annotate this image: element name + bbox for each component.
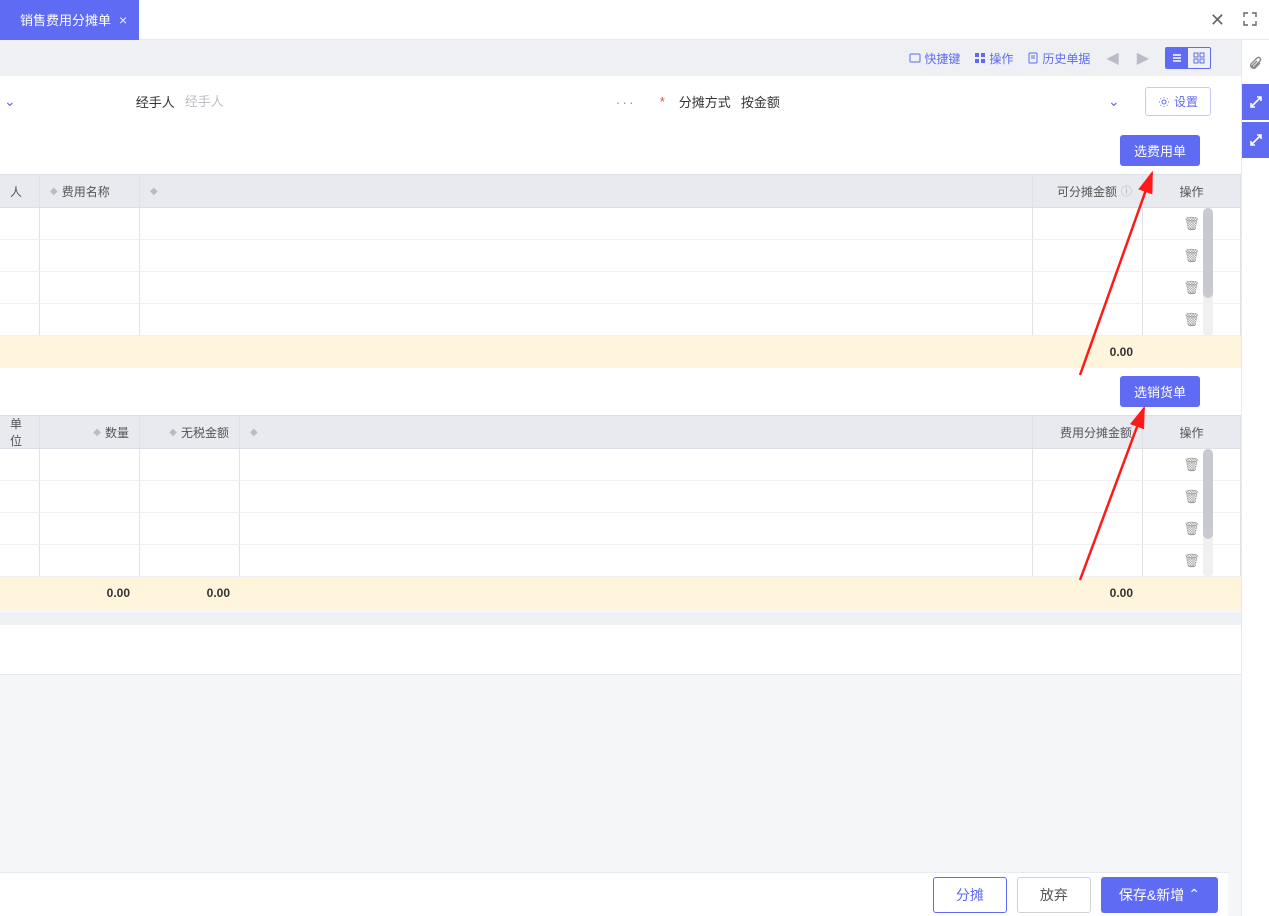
nav-next-icon[interactable]: ▶ [1135,48,1151,68]
th-qty[interactable]: ◆数量 [40,416,140,448]
sales-table: 单位 ◆数量 ◆无税金额 ◆ 费用分摊金额 操作 🗑 🗑 🗑 🗑 0.00 0.… [0,415,1241,609]
divider [0,613,1241,625]
right-sidebar [1241,40,1269,916]
sales-thead: 单位 ◆数量 ◆无税金额 ◆ 费用分摊金额 操作 [0,415,1241,449]
th-untaxed[interactable]: ◆无税金额 [140,416,240,448]
close-icon[interactable]: ✕ [1210,10,1225,31]
expand-icon[interactable] [1242,84,1269,120]
table-row[interactable]: 🗑 [0,240,1241,272]
tab-active[interactable]: 销售费用分摊单 × [0,0,139,40]
save-new-button[interactable]: 保存&新增 ⌃ [1101,877,1218,913]
table-row[interactable]: 🗑 [0,481,1241,513]
save-new-label: 保存&新增 [1119,885,1184,905]
fullscreen-icon[interactable] [1243,12,1257,26]
select-expense-button[interactable]: 选费用单 [1120,135,1200,166]
remark-area[interactable] [0,625,1241,675]
th-blank[interactable]: ◆ [140,175,1033,207]
trash-icon[interactable]: 🗑 [1183,489,1200,505]
table-row[interactable]: 🗑 [0,208,1241,240]
more-icon[interactable]: ··· [616,94,636,110]
sum-qty: 0.00 [40,577,140,609]
tab-title: 销售费用分摊单 [20,10,111,29]
attachment-icon[interactable] [1242,50,1269,78]
expense-select-row: 选费用单 [0,127,1241,174]
sort-icon: ◆ [250,427,258,438]
trash-icon[interactable]: 🗑 [1183,248,1200,264]
trash-icon[interactable]: 🗑 [1183,312,1200,328]
th-blank2[interactable]: ◆ [240,416,1033,448]
chevron-down-icon[interactable]: ⌄ [1108,93,1120,110]
sort-icon: ◆ [150,186,158,197]
th-allocation[interactable]: 费用分摊金额 [1033,416,1143,448]
th-ops: 操作 [1143,175,1241,207]
th-allocatable[interactable]: 可分摊金额ⓘ [1033,175,1143,207]
tab-close-icon[interactable]: × [119,12,127,28]
scrollbar[interactable] [1203,449,1213,577]
sort-icon: ◆ [93,427,101,438]
table-row[interactable]: 🗑 [0,545,1241,577]
expense-tbody: 🗑 🗑 🗑 🗑 [0,208,1241,336]
handler-field: 经手人 ··· [136,90,636,113]
th-ops2: 操作 [1143,416,1241,448]
th-expense-name[interactable]: ◆费用名称 [40,175,140,207]
table-row[interactable]: 🗑 [0,272,1241,304]
sort-icon: ◆ [169,427,177,438]
chevron-down-icon[interactable]: ⌄ [4,93,16,110]
trash-icon[interactable]: 🗑 [1183,553,1200,569]
operate-label: 操作 [989,50,1013,67]
sum-untaxed: 0.00 [140,577,240,609]
settings-button[interactable]: 设置 [1145,87,1211,116]
method-label: 分摊方式 [679,92,731,111]
footer: 分摊 放弃 保存&新增 ⌃ [0,872,1228,916]
help-icon[interactable]: ⓘ [1121,183,1132,199]
view-grid-button[interactable] [1188,48,1210,68]
scrollbar[interactable] [1203,208,1213,336]
sum-allocation: 0.00 [1033,577,1143,609]
allocate-button[interactable]: 分摊 [933,877,1007,913]
discard-button[interactable]: 放弃 [1017,877,1091,913]
table-row[interactable]: 🗑 [0,513,1241,545]
view-list-button[interactable] [1166,48,1188,68]
method-input[interactable] [741,90,1120,113]
trash-icon[interactable]: 🗑 [1183,521,1200,537]
th-unit[interactable]: 单位 [0,416,40,448]
chevron-up-icon: ⌃ [1188,886,1200,903]
table-row[interactable]: 🗑 [0,449,1241,481]
view-toggle [1165,47,1211,69]
expense-sum-row: 0.00 [0,336,1241,368]
expense-thead: 人 ◆费用名称 ◆ 可分摊金额ⓘ 操作 [0,174,1241,208]
handler-input[interactable] [185,90,606,113]
expand2-icon[interactable] [1242,122,1269,158]
sum-allocatable: 0.00 [1033,336,1143,368]
form-row: ⌄ 经手人 ··· * 分摊方式 ⌄ 设置 [0,76,1241,127]
history-label: 历史单据 [1042,50,1090,67]
method-field: * 分摊方式 ⌄ [660,90,1120,113]
handler-label: 经手人 [136,92,175,111]
sort-icon: ◆ [50,186,58,197]
sales-select-row: 选销货单 [0,368,1241,415]
history-link[interactable]: 历史单据 [1027,50,1090,67]
expense-table: 人 ◆费用名称 ◆ 可分摊金额ⓘ 操作 🗑 🗑 🗑 🗑 0.00 [0,174,1241,368]
table-row[interactable]: 🗑 [0,304,1241,336]
trash-icon[interactable]: 🗑 [1183,280,1200,296]
select-sales-button[interactable]: 选销货单 [1120,376,1200,407]
operate-link[interactable]: 操作 [974,50,1013,67]
nav-prev-icon[interactable]: ◀ [1104,48,1120,68]
tab-bar: 销售费用分摊单 × ✕ [0,0,1269,40]
toolbar: 快捷键 操作 历史单据 ◀ ▶ [0,40,1241,76]
required-mark: * [660,94,665,109]
trash-icon[interactable]: 🗑 [1183,216,1200,232]
trash-icon[interactable]: 🗑 [1183,457,1200,473]
sales-tbody: 🗑 🗑 🗑 🗑 [0,449,1241,577]
th-person[interactable]: 人 [0,175,40,207]
shortcut-label: 快捷键 [924,50,960,67]
sales-sum-row: 0.00 0.00 0.00 [0,577,1241,609]
shortcut-link[interactable]: 快捷键 [909,50,960,67]
settings-label: 设置 [1174,93,1198,110]
